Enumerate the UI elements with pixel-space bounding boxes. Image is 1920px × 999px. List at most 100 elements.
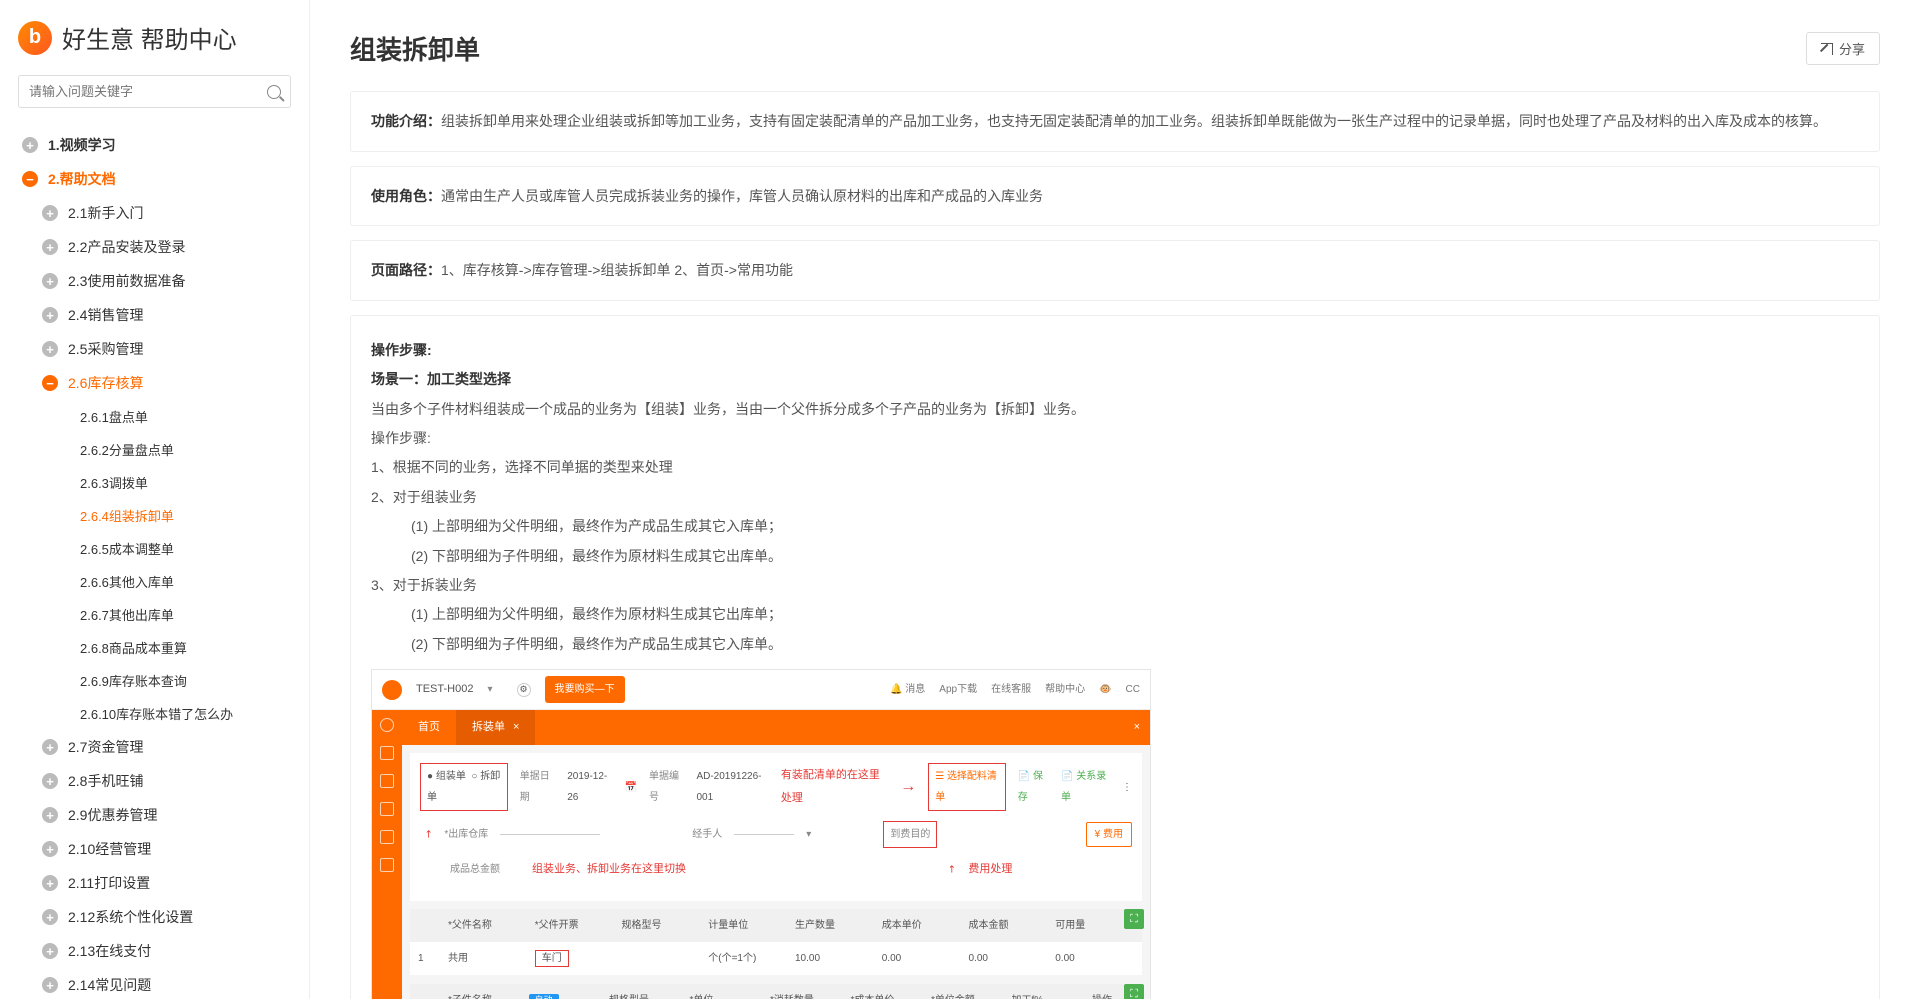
nav-2-12[interactable]: 2.12系统个性化设置 [18, 900, 291, 934]
ss-radio-assembly: ● 组装单 ○ 拆卸单 [420, 763, 508, 811]
nav-2-10[interactable]: 2.10经营管理 [18, 832, 291, 866]
share-button[interactable]: 分享 [1806, 32, 1880, 65]
card-label: 使用角色： [371, 188, 441, 204]
nav-label: 2.12系统个性化设置 [68, 907, 193, 927]
ss-parent-item: 车门 [535, 950, 569, 967]
nav-label: 2.3使用前数据准备 [68, 271, 185, 291]
ss-annotation-2: 组装业务、拆卸业务在这里切换 [532, 858, 686, 881]
ss-sidebar [372, 710, 402, 999]
nav-label: 2.6.1盘点单 [80, 407, 148, 426]
step-2-1: (1) 上部明细为父件明细，最终作为产成品生成其它入库单； [371, 512, 1859, 541]
ss-prodcost-label: 成品总金额 [450, 859, 500, 880]
nav-2-6-2[interactable]: 2.6.2分量盘点单 [18, 433, 291, 466]
ss-annotation-1: 有装配清单的在这里处理 [781, 764, 888, 810]
plus-icon [42, 909, 58, 925]
nav-label: 2.6.5成本调整单 [80, 539, 174, 558]
nav-2-6-9[interactable]: 2.6.9库存账本查询 [18, 664, 291, 697]
steps-title: 操作步骤: [371, 336, 1859, 365]
card-text: 通常由生产人员或库管人员完成拆装业务的操作，库管人员确认原材料的出库和产成品的入… [441, 188, 1043, 204]
ss-user: CC [1126, 679, 1140, 700]
nav-label: 2.10经营管理 [68, 839, 151, 859]
nav-2-7[interactable]: 2.7资金管理 [18, 730, 291, 764]
arrow-icon: ↖ [418, 824, 439, 845]
fullscreen-icon: ⛶ [1124, 909, 1144, 929]
nav-label: 2.6.4组装拆卸单 [80, 506, 174, 525]
ss-tab-doc: 拆装单× [456, 710, 535, 745]
ss-logo-icon [382, 680, 402, 700]
ss-stock-label: *出库仓库 [444, 824, 488, 845]
nav-2-6-8[interactable]: 2.6.8商品成本重算 [18, 631, 291, 664]
main-content: 组装拆卸单 分享 功能介绍：组装拆卸单用来处理企业组装或拆卸等加工业务，支持有固… [310, 0, 1920, 999]
nav-2-6-4[interactable]: 2.6.4组装拆卸单 [18, 499, 291, 532]
plus-icon [42, 273, 58, 289]
nav-2-14[interactable]: 2.14常见问题 [18, 968, 291, 999]
plus-icon [42, 875, 58, 891]
nav-2-6[interactable]: 2.6库存核算 [18, 366, 291, 400]
step-2-2: (2) 下部明细为子件明细，最终作为原材料生成其它出库单。 [371, 542, 1859, 571]
nav-2-6-6[interactable]: 2.6.6其他入库单 [18, 565, 291, 598]
ss-select-bom: ☰ 选择配料清单 [928, 763, 1006, 811]
card-label: 功能介绍： [371, 113, 441, 129]
ss-tab-home: 首页 [402, 710, 456, 745]
ss-save: 📄 保存 [1018, 766, 1049, 808]
path-card: 页面路径：1、库存核算->库存管理->组装拆卸单 2、首页->常用功能 [350, 240, 1880, 301]
ss-top-right: 🔔 消息 App下载 在线客服 帮助中心 🐵 CC [890, 679, 1140, 700]
nav-2-6-3[interactable]: 2.6.3调拨单 [18, 466, 291, 499]
ss-help-link: 帮助中心 [1045, 679, 1085, 700]
nav-2-6-10[interactable]: 2.6.10库存账本错了怎么办 [18, 697, 291, 730]
ss-msg-icon: 🔔 消息 [890, 679, 925, 700]
ss-content: 首页 拆装单× × ● 组装单 ○ 拆卸单 单据日期 2019-12-26 📅 … [402, 710, 1150, 999]
nav-2-11[interactable]: 2.11打印设置 [18, 866, 291, 900]
nav-help-docs[interactable]: 2.帮助文档 [18, 162, 291, 196]
nav-2-5[interactable]: 2.5采购管理 [18, 332, 291, 366]
nav-2-6-7[interactable]: 2.6.7其他出库单 [18, 598, 291, 631]
ss-avatar-icon: 🐵 [1099, 679, 1111, 700]
main-header: 组装拆卸单 分享 [350, 30, 1880, 67]
nav-label: 2.13在线支付 [68, 941, 151, 961]
nav-video-learning[interactable]: 1.视频学习 [18, 128, 291, 162]
nav-label: 2.6.9库存账本查询 [80, 671, 187, 690]
nav-2-9[interactable]: 2.9优惠券管理 [18, 798, 291, 832]
nav-2-6-1[interactable]: 2.6.1盘点单 [18, 400, 291, 433]
search-input[interactable] [18, 75, 291, 108]
close-icon: × [513, 721, 519, 733]
nav-label: 2.6.7其他出库单 [80, 605, 174, 624]
nav-2-8[interactable]: 2.8手机旺铺 [18, 764, 291, 798]
nav-2-13[interactable]: 2.13在线支付 [18, 934, 291, 968]
share-icon [1821, 43, 1833, 55]
cart-icon [380, 830, 394, 844]
step-3: 3、对于拆装业务 [371, 571, 1859, 600]
doc-icon [380, 858, 394, 872]
step-3-2: (2) 下部明细为子件明细，最终作为产成品生成其它入库单。 [371, 630, 1859, 659]
brand-logo-icon: b [18, 21, 52, 55]
plus-icon [42, 943, 58, 959]
ss-app-link: App下载 [939, 679, 977, 700]
ss-tabs: 首页 拆装单× × [402, 710, 1150, 745]
intro-card: 功能介绍：组装拆卸单用来处理企业组装或拆卸等加工业务，支持有固定装配清单的产品加… [350, 91, 1880, 152]
settings-icon: ⚙ [517, 683, 531, 697]
nav-2-2[interactable]: 2.2产品安装及登录 [18, 230, 291, 264]
step-1: 1、根据不同的业务，选择不同单据的类型来处理 [371, 453, 1859, 482]
nav-label: 2.6库存核算 [68, 373, 143, 393]
plus-icon [42, 307, 58, 323]
search-icon[interactable] [267, 85, 281, 99]
nav-2-4[interactable]: 2.4销售管理 [18, 298, 291, 332]
nav-label: 2.7资金管理 [68, 737, 143, 757]
ss-cost-dest: 到费目的 [883, 821, 937, 848]
nav-label: 2.1新手入门 [68, 203, 143, 223]
home-icon [380, 718, 394, 732]
calendar-icon: 📅 [625, 777, 637, 798]
ss-child-table: *子件名称自动规格型号*单位*消耗数量*成本单价*单位金额加工f%操作 1商品 … [410, 984, 1142, 999]
ss-account: TEST-H002 [416, 678, 473, 701]
sidebar: b 好生意 帮助中心 1.视频学习 2.帮助文档 2.1新手入门 2.2产品安装… [0, 0, 310, 999]
step-2: 2、对于组装业务 [371, 483, 1859, 512]
plus-icon [42, 977, 58, 993]
nav-2-6-5[interactable]: 2.6.5成本调整单 [18, 532, 291, 565]
search-box [18, 75, 291, 108]
minus-icon [42, 375, 58, 391]
nav-2-1[interactable]: 2.1新手入门 [18, 196, 291, 230]
plus-icon [42, 341, 58, 357]
nav-2-3[interactable]: 2.3使用前数据准备 [18, 264, 291, 298]
arrow-icon: → [900, 770, 916, 804]
card-label: 页面路径： [371, 262, 441, 278]
